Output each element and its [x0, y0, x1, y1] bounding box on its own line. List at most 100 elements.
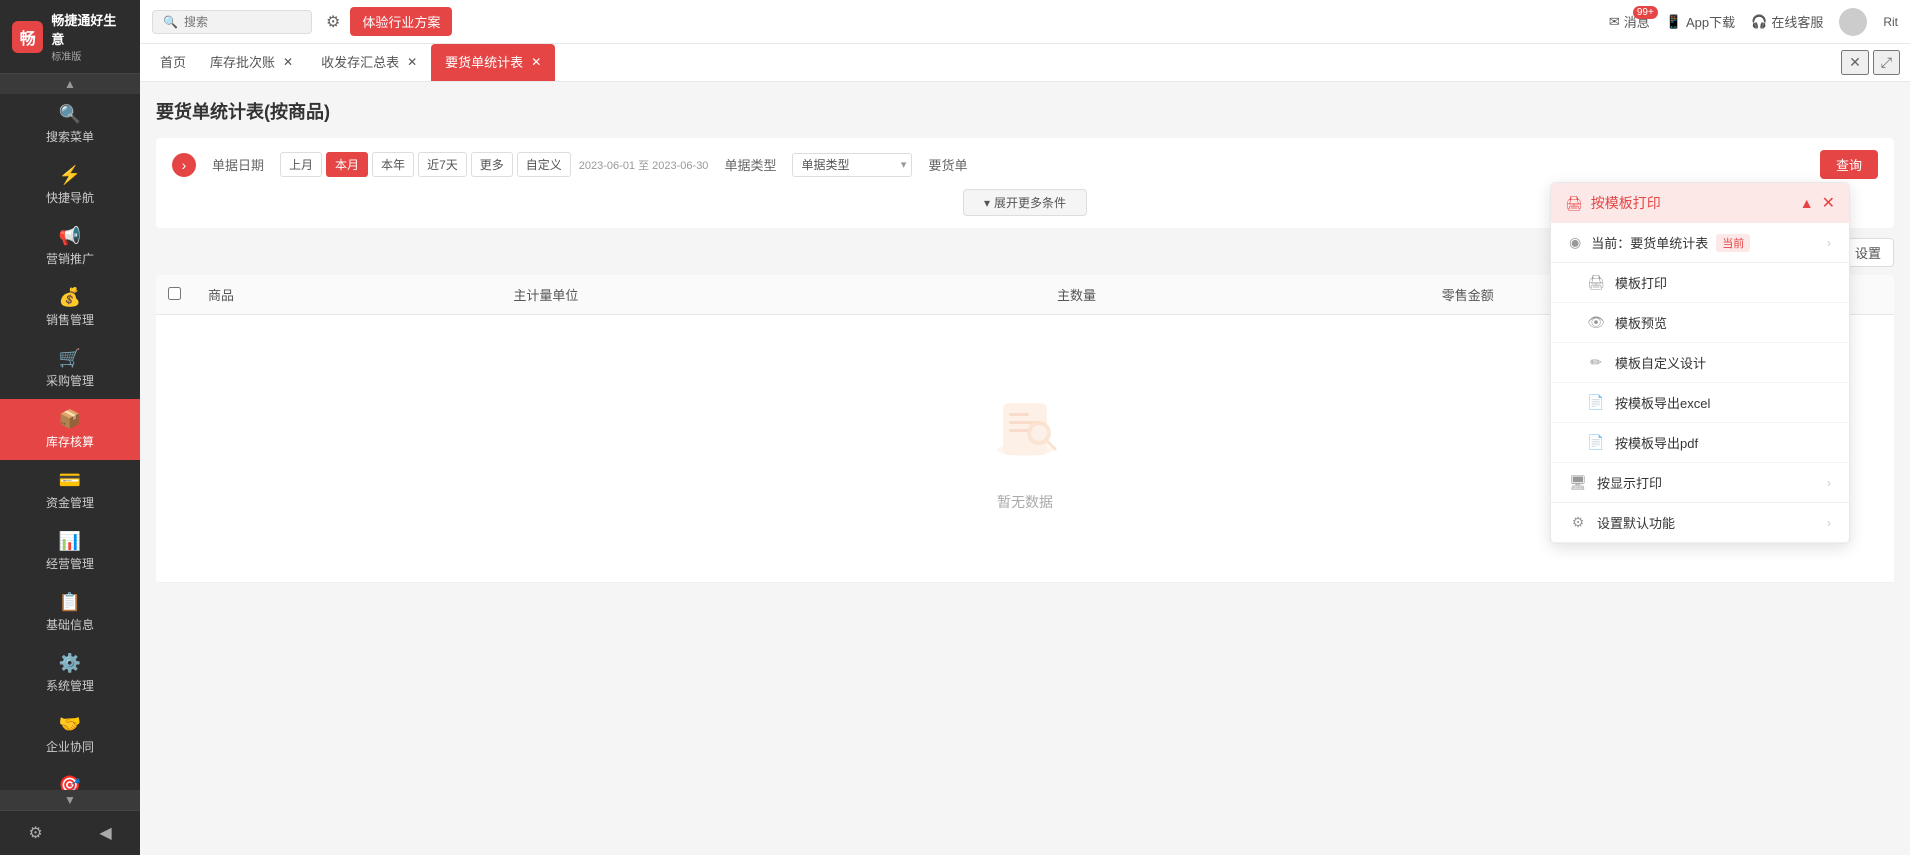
- dropdown-current-label[interactable]: ◉ 当前：要货单统计表 当前 ›: [1551, 223, 1849, 263]
- sidebar-item-finance[interactable]: 💳 资金管理: [0, 460, 140, 521]
- app-download-btn[interactable]: 📱 App下载: [1666, 12, 1735, 31]
- template-preview-label: 模板预览: [1615, 313, 1667, 332]
- current-template-icon: ◉: [1569, 234, 1581, 251]
- main-area: 🔍 ⚙ 体验行业方案 ✉ 消息 99+ 📱 App下载 🎧 在线客服 Rit: [140, 0, 1910, 855]
- filter-collapse-btn[interactable]: ›: [172, 153, 196, 177]
- th-quantity: 主数量: [1045, 275, 1430, 315]
- date-more-btn[interactable]: 更多: [471, 152, 513, 177]
- tab-maximize-btn[interactable]: ⤢: [1873, 50, 1900, 75]
- tab-bar: 首页 库存批次账 ✕ 收发存汇总表 ✕ 要货单统计表 ✕ ✕ ⤢: [140, 44, 1910, 82]
- dropdown-template-print[interactable]: 🖨 模板打印: [1551, 263, 1849, 303]
- sidebar-item-label: 快捷导航: [46, 189, 94, 206]
- sidebar-item-label: 系统管理: [46, 677, 94, 694]
- dropdown-header-right: ▲ ✕: [1800, 193, 1835, 213]
- sidebar-item-sales[interactable]: 💰 销售管理: [0, 277, 140, 338]
- top-actions: ✉ 消息 99+ 📱 App下载 🎧 在线客服 Rit: [1609, 8, 1898, 36]
- sidebar-item-cooperation[interactable]: 🤝 企业协同: [0, 704, 140, 765]
- tab-close-inventory-batch[interactable]: ✕: [283, 55, 293, 69]
- sidebar-scroll-up[interactable]: ▲: [0, 74, 140, 94]
- purchase-icon: 🛒: [59, 348, 81, 369]
- sidebar-item-search[interactable]: 🔍 搜索菜单: [0, 94, 140, 155]
- dropdown-template-preview[interactable]: 👁 模板预览: [1551, 303, 1849, 343]
- th-checkbox[interactable]: [156, 275, 196, 315]
- tab-receivable-summary[interactable]: 收发存汇总表 ✕: [307, 44, 431, 81]
- operations-icon: 📊: [59, 531, 81, 552]
- tab-order-summary[interactable]: 要货单统计表 ✕: [431, 44, 555, 81]
- top-bar: 🔍 ⚙ 体验行业方案 ✉ 消息 99+ 📱 App下载 🎧 在线客服 Rit: [140, 0, 1910, 44]
- tab-close-all-btn[interactable]: ✕: [1841, 50, 1869, 75]
- template-design-label: 模板自定义设计: [1615, 353, 1706, 372]
- sidebar-item-purchase[interactable]: 🛒 采购管理: [0, 338, 140, 399]
- set-default-left: ⚙ 设置默认功能: [1569, 513, 1675, 532]
- sidebar-footer: ⚙ ◀: [0, 810, 140, 855]
- set-default-icon: ⚙: [1569, 514, 1587, 531]
- app-subtitle: 标准版: [51, 48, 128, 63]
- expand-more-btn[interactable]: ▾ 展开更多条件: [963, 189, 1087, 216]
- page-title: 要货单统计表(按商品): [156, 98, 1894, 124]
- empty-icon: [985, 385, 1065, 480]
- sidebar-item-label: 搜索菜单: [46, 128, 94, 145]
- sidebar-item-inventory[interactable]: 📦 库存核算: [0, 399, 140, 460]
- sidebar-collapse-btn[interactable]: ◀: [91, 819, 119, 847]
- current-tag: 当前: [1716, 234, 1750, 252]
- sidebar-nav: 🔍 搜索菜单 ⚡ 快捷导航 📢 营销推广 💰 销售管理 🛒 采购管理 📦 库存核…: [0, 94, 140, 790]
- sidebar-item-marketing[interactable]: 📢 营销推广: [0, 216, 140, 277]
- sidebar-item-label: 基础信息: [46, 616, 94, 633]
- sidebar-item-label: 营销推广: [46, 250, 94, 267]
- content-area: 要货单统计表(按商品) › 单据日期 上月 本月 本年 近7天 更多 自定义 2…: [140, 82, 1910, 855]
- dropdown-collapse-arrow[interactable]: ▲: [1800, 195, 1814, 211]
- date-current-month-btn[interactable]: 本月: [326, 152, 368, 177]
- dropdown-template-export-pdf[interactable]: 📄 按模板导出pdf: [1551, 423, 1849, 463]
- date-last-7-days-btn[interactable]: 近7天: [418, 152, 467, 177]
- sidebar-scroll-down[interactable]: ▼: [0, 790, 140, 810]
- document-type-select[interactable]: 单据类型: [792, 153, 912, 177]
- set-default-arrow: ›: [1827, 516, 1831, 530]
- sidebar-item-guide[interactable]: 🎯 新手引导: [0, 765, 140, 790]
- sidebar-item-label: 资金管理: [46, 494, 94, 511]
- headset-icon: 🎧: [1751, 14, 1767, 30]
- message-btn[interactable]: ✉ 消息 99+: [1609, 12, 1650, 31]
- sidebar-settings-btn[interactable]: ⚙: [20, 819, 50, 847]
- tab-inventory-batch[interactable]: 库存批次账 ✕: [196, 44, 307, 81]
- date-range: 2023-06-01 至 2023-06-30: [579, 157, 709, 173]
- tab-close-order-summary[interactable]: ✕: [531, 55, 541, 69]
- date-prev-month-btn[interactable]: 上月: [280, 152, 322, 177]
- sidebar-item-basics[interactable]: 📋 基础信息: [0, 582, 140, 643]
- dropdown-template-design[interactable]: ✏ 模板自定义设计: [1551, 343, 1849, 383]
- app-logo-icon: 畅: [12, 21, 43, 53]
- dropdown-display-print[interactable]: 🖥 按显示打印 ›: [1551, 463, 1849, 503]
- date-group: 上月 本月 本年 近7天 更多 自定义 2023-06-01 至 2023-06…: [280, 152, 708, 177]
- select-all-checkbox[interactable]: [168, 287, 181, 300]
- gear-icon[interactable]: ⚙: [326, 12, 340, 32]
- date-current-year-btn[interactable]: 本年: [372, 152, 414, 177]
- sidebar-item-quick-nav[interactable]: ⚡ 快捷导航: [0, 155, 140, 216]
- username[interactable]: Rit: [1883, 15, 1898, 29]
- template-design-icon: ✏: [1587, 354, 1605, 371]
- app-download-icon: 📱: [1666, 14, 1682, 30]
- search-icon: 🔍: [59, 104, 81, 125]
- sidebar-item-operations[interactable]: 📊 经营管理: [0, 521, 140, 582]
- tab-home[interactable]: 首页: [150, 44, 196, 81]
- online-service-btn[interactable]: 🎧 在线客服: [1751, 12, 1823, 31]
- search-box[interactable]: 🔍: [152, 10, 312, 34]
- document-type-label: 单据类型: [724, 155, 776, 174]
- sidebar-item-system[interactable]: ⚙️ 系统管理: [0, 643, 140, 704]
- order-type-label: 要货单: [928, 155, 967, 174]
- tab-close-receivable-summary[interactable]: ✕: [407, 55, 417, 69]
- sidebar-logo: 畅 畅捷通好生意 标准版: [0, 0, 140, 74]
- trial-btn[interactable]: 体验行业方案: [350, 7, 452, 36]
- dropdown-template-export-excel[interactable]: 📄 按模板导出excel: [1551, 383, 1849, 423]
- dropdown-set-default[interactable]: ⚙ 设置默认功能 ›: [1551, 503, 1849, 543]
- display-print-icon: 🖥: [1569, 474, 1587, 491]
- dropdown-close-btn[interactable]: ✕: [1822, 193, 1835, 213]
- search-input[interactable]: [184, 15, 284, 29]
- query-btn[interactable]: 查询: [1820, 150, 1878, 179]
- avatar[interactable]: [1839, 8, 1867, 36]
- display-print-left: 🖥 按显示打印: [1569, 473, 1662, 492]
- document-type-select-wrap[interactable]: 单据类型: [792, 153, 912, 177]
- printer-icon-dropdown: 🖨: [1565, 195, 1583, 212]
- date-custom-btn[interactable]: 自定义: [517, 152, 571, 177]
- guide-icon: 🎯: [59, 775, 81, 790]
- app-title: 畅捷通好生意: [51, 10, 128, 48]
- quick-nav-icon: ⚡: [59, 165, 81, 186]
